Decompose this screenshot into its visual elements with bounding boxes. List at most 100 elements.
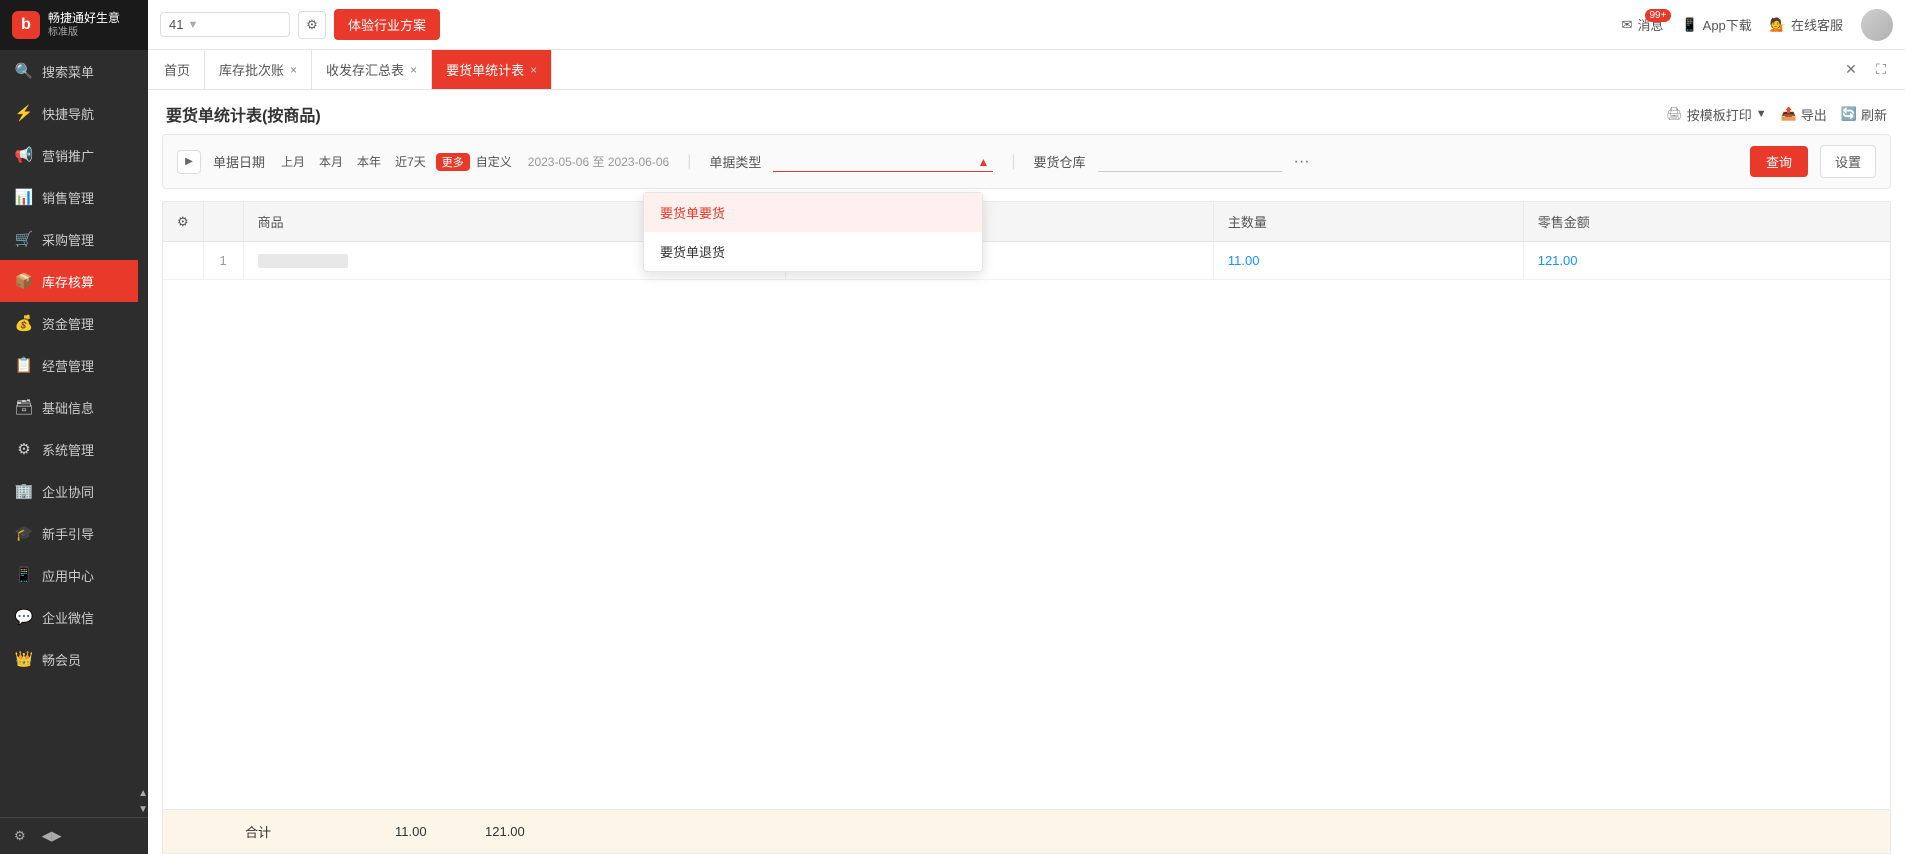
tab-demand-close[interactable]: × xyxy=(530,63,537,77)
tab-batch[interactable]: 库存批次账 × xyxy=(205,50,312,89)
print-icon: 🖨 xyxy=(1666,106,1683,122)
dropdown-item-demand-order[interactable]: 要货单要货 xyxy=(644,193,982,232)
topbar-left: 41 ▼ ⚙ 体验行业方案 xyxy=(160,9,1622,40)
set-btn[interactable]: 设置 xyxy=(1820,145,1876,178)
sidebar-item-inventory[interactable]: 📦 库存核算 xyxy=(0,260,138,302)
footer-total-label: 合计 xyxy=(191,825,271,840)
logo-text: 畅捷通好生意 标准版 xyxy=(48,11,120,40)
sidebar-item-corpwx[interactable]: 💬 企业微信 xyxy=(0,596,138,638)
tab-collection-close[interactable]: × xyxy=(410,63,417,77)
sidebar-item-label: 采购管理 xyxy=(42,230,94,249)
sidebar-item-finance[interactable]: 💰 资金管理 xyxy=(0,302,138,344)
corpwx-icon: 💬 xyxy=(14,607,34,627)
warehouse-input[interactable] xyxy=(1098,152,1282,172)
date-btn-7days[interactable]: 近7天 xyxy=(391,151,430,172)
sidebar-item-newbie[interactable]: 🎓 新手引导 xyxy=(0,512,138,554)
print-template-btn[interactable]: 🖨 按模板打印 ▼ xyxy=(1666,105,1766,124)
tabbar: 首页 库存批次账 × 收发存汇总表 × 要货单统计表 × ✕ ⛶ xyxy=(148,50,1905,90)
sidebar-item-sales[interactable]: 📊 销售管理 xyxy=(0,176,138,218)
sidebar-item-label: 畅会员 xyxy=(42,650,81,669)
topbar-right: ✉ 消息 99+ 📱 App下载 💁 在线客服 xyxy=(1622,9,1893,41)
sidebar-item-quicknav[interactable]: ⚡ 快捷导航 xyxy=(0,92,138,134)
finance-icon: 💰 xyxy=(14,313,34,333)
system-icon: ⚙ xyxy=(14,439,34,459)
tab-batch-close[interactable]: × xyxy=(290,63,297,77)
logo-icon: b xyxy=(12,11,40,39)
gear-icon: ⚙ xyxy=(306,17,318,33)
newbie-icon: 🎓 xyxy=(14,523,34,543)
export-icon: 📤 xyxy=(1781,106,1797,122)
tab-collection[interactable]: 收发存汇总表 × xyxy=(312,50,432,89)
type-input[interactable] xyxy=(773,152,993,172)
date-custom-btn[interactable]: 自定义 xyxy=(476,153,512,170)
sidebar-item-operations[interactable]: 📋 经营管理 xyxy=(0,344,138,386)
export-btn[interactable]: 📤 导出 xyxy=(1781,105,1827,124)
phone-icon: 📱 xyxy=(1681,17,1697,33)
chevron-down-icon: ▼ xyxy=(187,19,198,31)
page-title: 要货单统计表(按商品) xyxy=(166,102,321,126)
date-more-btn[interactable]: 更多 xyxy=(436,153,470,171)
store-selector[interactable]: 41 ▼ xyxy=(160,12,290,37)
date-shortcuts: 上月 本月 本年 近7天 更多 自定义 xyxy=(277,151,512,172)
tab-demand-label: 要货单统计表 xyxy=(446,60,524,79)
online-service-btn[interactable]: 💁 在线客服 xyxy=(1770,15,1843,34)
sidebar-item-label: 系统管理 xyxy=(42,440,94,459)
sidebar-item-label: 快捷导航 xyxy=(42,104,94,123)
sidebar-item-label: 新手引导 xyxy=(42,524,94,543)
footer-total-qty: 11.00 xyxy=(381,824,471,839)
tab-home[interactable]: 首页 xyxy=(160,50,205,89)
sidebar-item-label: 营销推广 xyxy=(42,146,94,165)
quicknav-icon: ⚡ xyxy=(14,103,34,123)
sidebar-settings-btn[interactable]: ⚙ xyxy=(14,828,26,844)
sidebar-item-appstore[interactable]: 📱 应用中心 xyxy=(0,554,138,596)
user-avatar[interactable] xyxy=(1861,9,1893,41)
data-table: ⚙ 商品 主计量单位 主数量 零售金额 1 xyxy=(163,202,1890,280)
tab-close-all-btn[interactable]: ✕ xyxy=(1839,58,1863,82)
chevron-down-icon[interactable]: ▼ xyxy=(1756,108,1767,120)
filter-more-btn[interactable]: ··· xyxy=(1294,153,1310,171)
sidebar-item-label: 资金管理 xyxy=(42,314,94,333)
footer-label: 合计 xyxy=(177,822,381,841)
sidebar-item-enterprise[interactable]: 🏢 企业协同 xyxy=(0,470,138,512)
trial-industry-btn[interactable]: 体验行业方案 xyxy=(334,9,440,40)
sidebar-collapse-btn[interactable]: ◀▶ xyxy=(42,828,62,844)
sidebar-item-basic[interactable]: 🗃 基础信息 xyxy=(0,386,138,428)
sidebar-item-search[interactable]: 🔍 搜索菜单 xyxy=(0,50,138,92)
online-service-label: 在线客服 xyxy=(1791,15,1843,34)
tab-expand-btn[interactable]: ⛶ xyxy=(1869,58,1893,82)
sidebar-item-label: 搜索菜单 xyxy=(42,62,94,81)
date-btn-this-year[interactable]: 本年 xyxy=(353,151,385,172)
sidebar-item-system[interactable]: ⚙ 系统管理 xyxy=(0,428,138,470)
filter-expand-btn[interactable]: ▶ xyxy=(177,150,201,174)
sidebar-item-marketing[interactable]: 📢 营销推广 xyxy=(0,134,138,176)
type-input-wrap: ▲ xyxy=(773,152,993,172)
sidebar-scroll-up[interactable]: ▲ xyxy=(138,785,148,801)
tab-collection-label: 收发存汇总表 xyxy=(326,60,404,79)
sidebar-logo: b 畅捷通好生意 标准版 xyxy=(0,0,148,50)
type-dropdown-arrow[interactable]: ▲ xyxy=(977,155,989,169)
dropdown-item-demand-return[interactable]: 要货单退货 xyxy=(644,232,982,271)
app-download-btn[interactable]: 📱 App下载 xyxy=(1681,15,1751,34)
refresh-btn[interactable]: 🔄 刷新 xyxy=(1841,105,1887,124)
enterprise-icon: 🏢 xyxy=(14,481,34,501)
sidebar-item-purchase[interactable]: 🛒 采购管理 xyxy=(0,218,138,260)
sidebar-item-member[interactable]: 👑 畅会员 xyxy=(0,638,138,680)
refresh-icon: 🔄 xyxy=(1841,106,1857,122)
sidebar-item-label: 基础信息 xyxy=(42,398,94,417)
query-btn[interactable]: 查询 xyxy=(1750,146,1808,177)
sidebar-item-label: 销售管理 xyxy=(42,188,94,207)
sidebar-scroll-down[interactable]: ▼ xyxy=(138,801,148,817)
row-number: 1 xyxy=(203,242,243,280)
messages-badge: 99+ xyxy=(1645,9,1672,22)
date-btn-last-month[interactable]: 上月 xyxy=(277,151,309,172)
filter-separator-2: | xyxy=(1011,153,1015,171)
type-label: 单据类型 xyxy=(709,152,761,171)
tab-demand[interactable]: 要货单统计表 × xyxy=(432,50,552,89)
topbar-settings-btn[interactable]: ⚙ xyxy=(298,11,326,39)
col-settings[interactable]: ⚙ xyxy=(163,202,203,242)
date-btn-this-month[interactable]: 本月 xyxy=(315,151,347,172)
messages-btn[interactable]: ✉ 消息 99+ xyxy=(1622,15,1664,34)
date-range-display: 2023-05-06 至 2023-06-06 xyxy=(528,153,669,170)
purchase-icon: 🛒 xyxy=(14,229,34,249)
print-label: 按模板打印 xyxy=(1687,105,1752,124)
